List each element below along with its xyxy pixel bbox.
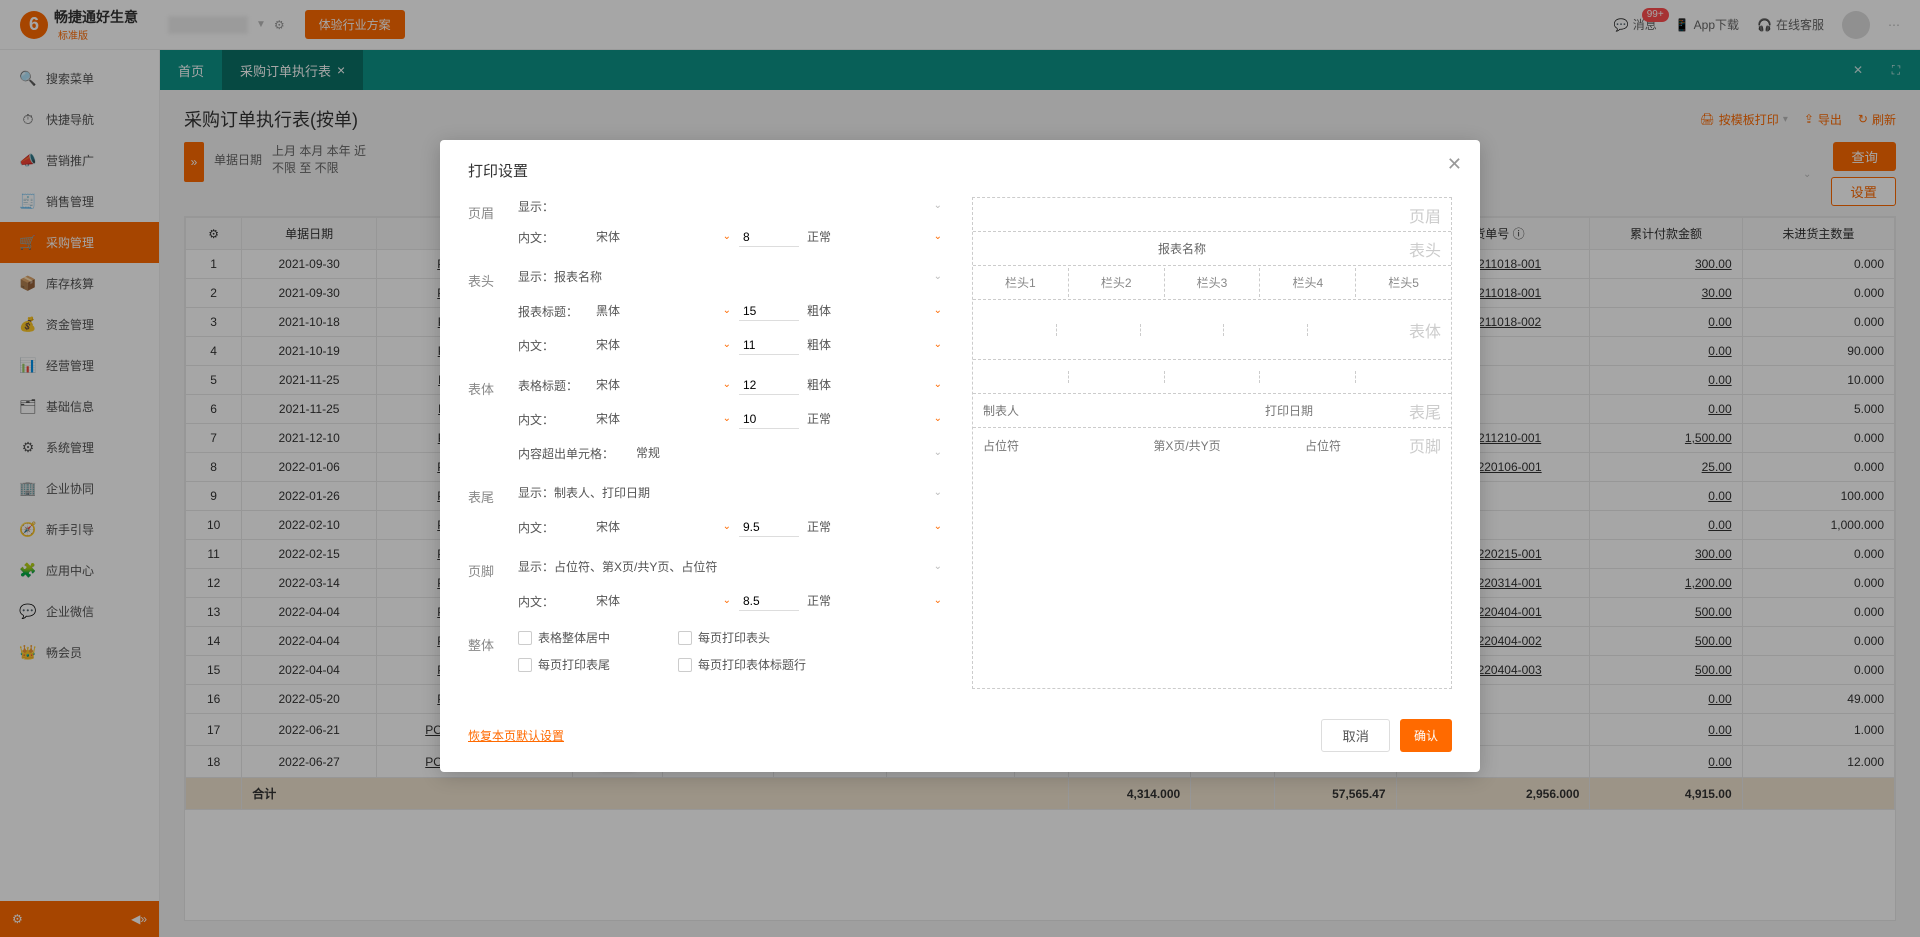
footer-font[interactable]: 宋体⌄ xyxy=(596,589,731,613)
tbody-title-weight[interactable]: 粗体⌄ xyxy=(807,373,942,397)
modal-close-button[interactable]: ✕ xyxy=(1447,154,1462,175)
tfoot-font[interactable]: 宋体⌄ xyxy=(596,515,731,539)
footer-size[interactable] xyxy=(739,592,799,611)
tbody-title-size[interactable] xyxy=(739,376,799,395)
chk-foot-each[interactable]: 每页打印表尾 xyxy=(518,656,610,673)
thead-title-weight[interactable]: 粗体⌄ xyxy=(807,299,942,323)
confirm-button[interactable]: 确认 xyxy=(1400,719,1452,752)
tbody-title-font[interactable]: 宋体⌄ xyxy=(596,373,731,397)
print-settings-modal: 打印设置 ✕ 页眉 显示：⌄ 内文： 宋体⌄ 正常⌄ 表头 显示 xyxy=(440,140,1480,772)
overflow-select[interactable]: 常规⌄ xyxy=(636,441,942,465)
reset-defaults-link[interactable]: 恢复本页默认设置 xyxy=(468,727,564,744)
tfoot-weight[interactable]: 正常⌄ xyxy=(807,515,942,539)
settings-panel: 页眉 显示：⌄ 内文： 宋体⌄ 正常⌄ 表头 显示：报表名称⌄ 报表标题： xyxy=(468,197,942,689)
thead-size[interactable] xyxy=(739,336,799,355)
modal-title: 打印设置 xyxy=(468,160,1452,181)
tfoot-show-select[interactable]: 显示：制表人、打印日期⌄ xyxy=(518,481,942,505)
header-size-input[interactable] xyxy=(739,228,799,247)
section-header-label: 页眉 xyxy=(468,197,518,222)
tbody-weight[interactable]: 正常⌄ xyxy=(807,407,942,431)
thead-font[interactable]: 宋体⌄ xyxy=(596,333,731,357)
tbody-font[interactable]: 宋体⌄ xyxy=(596,407,731,431)
thead-show-select[interactable]: 显示：报表名称⌄ xyxy=(518,265,942,289)
header-font-select[interactable]: 宋体⌄ xyxy=(596,225,731,249)
preview-panel: 页眉 报表名称表头 栏头1栏头2栏头3栏头4栏头5 表体 制表人打印日期表尾 占… xyxy=(972,197,1452,689)
thead-title-font[interactable]: 黑体⌄ xyxy=(596,299,731,323)
section-tfoot-label: 表尾 xyxy=(468,481,518,506)
footer-weight[interactable]: 正常⌄ xyxy=(807,589,942,613)
chk-title-each[interactable]: 每页打印表体标题行 xyxy=(678,656,806,673)
thead-title-size[interactable] xyxy=(739,302,799,321)
section-tbody-label: 表体 xyxy=(468,373,518,398)
tfoot-size[interactable] xyxy=(739,518,799,537)
section-footer-label: 页脚 xyxy=(468,555,518,580)
header-show-select[interactable]: ⌄ xyxy=(596,197,942,215)
tbody-size[interactable] xyxy=(739,410,799,429)
section-whole-label: 整体 xyxy=(468,629,518,654)
cancel-button[interactable]: 取消 xyxy=(1321,719,1390,752)
header-weight-select[interactable]: 正常⌄ xyxy=(807,225,942,249)
modal-overlay: 打印设置 ✕ 页眉 显示：⌄ 内文： 宋体⌄ 正常⌄ 表头 显示 xyxy=(0,0,1920,937)
chk-head-each[interactable]: 每页打印表头 xyxy=(678,629,770,646)
thead-weight[interactable]: 粗体⌄ xyxy=(807,333,942,357)
section-thead-label: 表头 xyxy=(468,265,518,290)
footer-show-select[interactable]: 显示：占位符、第X页/共Y页、占位符⌄ xyxy=(518,555,942,579)
chk-center[interactable]: 表格整体居中 xyxy=(518,629,610,646)
